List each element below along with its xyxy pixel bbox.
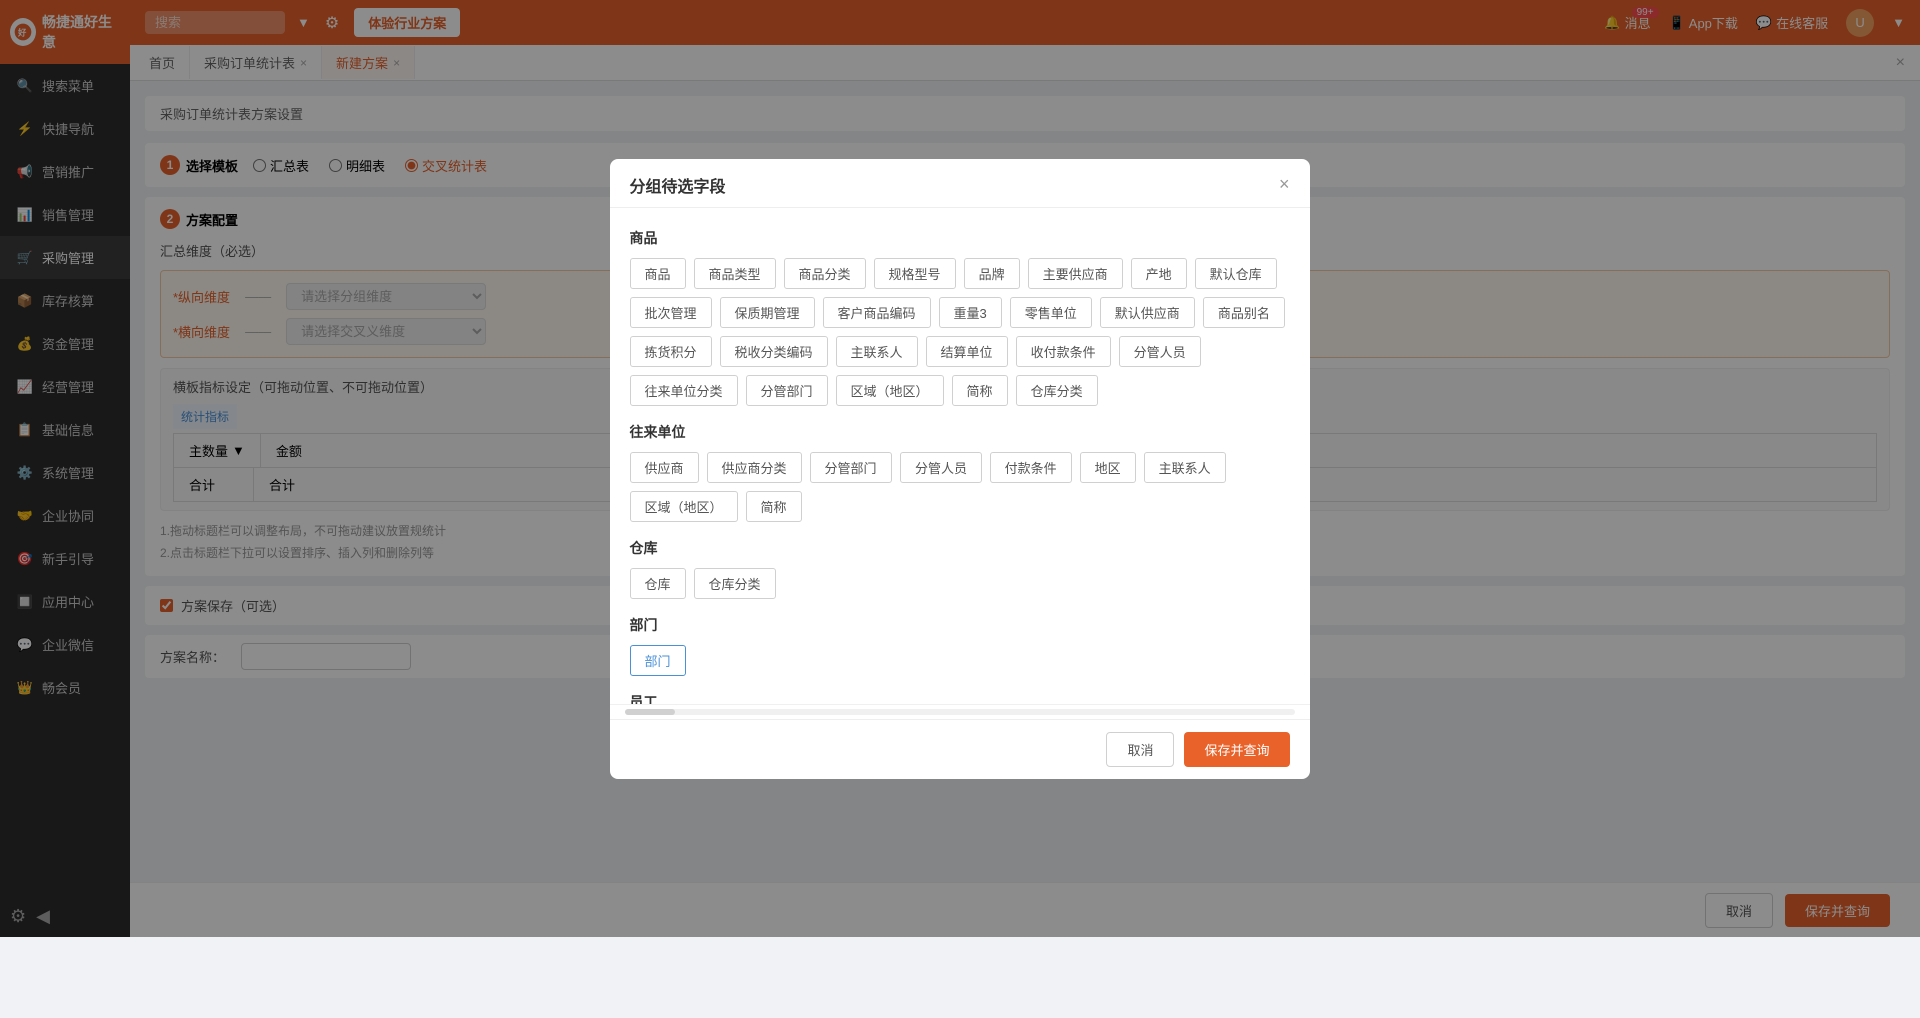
tag-batch-mgmt[interactable]: 批次管理 bbox=[630, 297, 712, 328]
tag-dept-managed[interactable]: 分管部门 bbox=[746, 375, 828, 406]
modal-cancel-button[interactable]: 取消 bbox=[1107, 732, 1175, 767]
tag-main-contact[interactable]: 主联系人 bbox=[836, 336, 918, 367]
tag-region-product[interactable]: 区域（地区） bbox=[836, 375, 944, 406]
modal-footer: 取消 保存并查询 bbox=[610, 719, 1310, 779]
tag-brand[interactable]: 品牌 bbox=[964, 258, 1020, 289]
tag-payment-terms[interactable]: 收付款条件 bbox=[1016, 336, 1111, 367]
tag-payment-cond[interactable]: 付款条件 bbox=[990, 452, 1072, 483]
tag-main-contact-partner[interactable]: 主联系人 bbox=[1144, 452, 1226, 483]
tag-customer-code[interactable]: 客户商品编码 bbox=[823, 297, 931, 328]
tag-shelf-life[interactable]: 保质期管理 bbox=[720, 297, 815, 328]
tag-main-supplier[interactable]: 主要供应商 bbox=[1028, 258, 1123, 289]
tag-product-category[interactable]: 商品分类 bbox=[784, 258, 866, 289]
tag-area[interactable]: 地区 bbox=[1080, 452, 1136, 483]
tag-weight3[interactable]: 重量3 bbox=[939, 297, 1002, 328]
partner-tags: 供应商 供应商分类 分管部门 分管人员 付款条件 地区 主联系人 区域（地区） … bbox=[630, 452, 1290, 522]
tag-tax-code[interactable]: 税收分类编码 bbox=[720, 336, 828, 367]
product-tags: 商品 商品类型 商品分类 规格型号 品牌 主要供应商 产地 默认仓库 批次管理 … bbox=[630, 258, 1290, 406]
tag-dept-partner[interactable]: 分管部门 bbox=[810, 452, 892, 483]
modal-horizontal-scroll bbox=[610, 704, 1310, 719]
modal-header: 分组待选字段 × bbox=[610, 159, 1310, 208]
h-scroll-thumb bbox=[625, 709, 675, 715]
tag-region-partner[interactable]: 区域（地区） bbox=[630, 491, 738, 522]
tag-spec-model[interactable]: 规格型号 bbox=[874, 258, 956, 289]
section-label-product: 商品 bbox=[630, 228, 1290, 248]
tag-settlement-unit[interactable]: 结算单位 bbox=[926, 336, 1008, 367]
tag-origin[interactable]: 产地 bbox=[1131, 258, 1187, 289]
tag-short-name-partner[interactable]: 简称 bbox=[746, 491, 802, 522]
tag-short-name-product[interactable]: 简称 bbox=[952, 375, 1008, 406]
tag-warehouse-category-product[interactable]: 仓库分类 bbox=[1016, 375, 1098, 406]
section-label-warehouse: 仓库 bbox=[630, 538, 1290, 558]
tag-product[interactable]: 商品 bbox=[630, 258, 686, 289]
modal-save-button[interactable]: 保存并查询 bbox=[1185, 732, 1290, 767]
field-selection-modal: 分组待选字段 × 商品 商品 商品类型 商品分类 规格型号 品牌 主要供应商 产… bbox=[610, 159, 1310, 779]
tag-pick-points[interactable]: 拣货积分 bbox=[630, 336, 712, 367]
tag-dept[interactable]: 部门 bbox=[630, 645, 686, 676]
tag-warehouse-category[interactable]: 仓库分类 bbox=[694, 568, 776, 599]
tag-supplier[interactable]: 供应商 bbox=[630, 452, 699, 483]
tag-partner-category[interactable]: 往来单位分类 bbox=[630, 375, 738, 406]
tag-supervisor[interactable]: 分管人员 bbox=[1119, 336, 1201, 367]
section-label-partner: 往来单位 bbox=[630, 422, 1290, 442]
tag-product-alias[interactable]: 商品别名 bbox=[1203, 297, 1285, 328]
section-label-dept: 部门 bbox=[630, 615, 1290, 635]
tag-warehouse[interactable]: 仓库 bbox=[630, 568, 686, 599]
tag-default-supplier[interactable]: 默认供应商 bbox=[1100, 297, 1195, 328]
tag-supervisor-partner[interactable]: 分管人员 bbox=[900, 452, 982, 483]
tag-retail-unit[interactable]: 零售单位 bbox=[1010, 297, 1092, 328]
section-label-employee: 员工 bbox=[630, 692, 1290, 704]
modal-body: 商品 商品 商品类型 商品分类 规格型号 品牌 主要供应商 产地 默认仓库 批次… bbox=[610, 208, 1310, 704]
tag-supplier-category[interactable]: 供应商分类 bbox=[707, 452, 802, 483]
warehouse-tags: 仓库 仓库分类 bbox=[630, 568, 1290, 599]
dept-tags: 部门 bbox=[630, 645, 1290, 676]
modal-close-button[interactable]: × bbox=[1279, 174, 1290, 195]
tag-default-warehouse[interactable]: 默认仓库 bbox=[1195, 258, 1277, 289]
modal-title: 分组待选字段 bbox=[630, 173, 726, 197]
tag-product-type[interactable]: 商品类型 bbox=[694, 258, 776, 289]
h-scroll-track[interactable] bbox=[625, 709, 1295, 715]
